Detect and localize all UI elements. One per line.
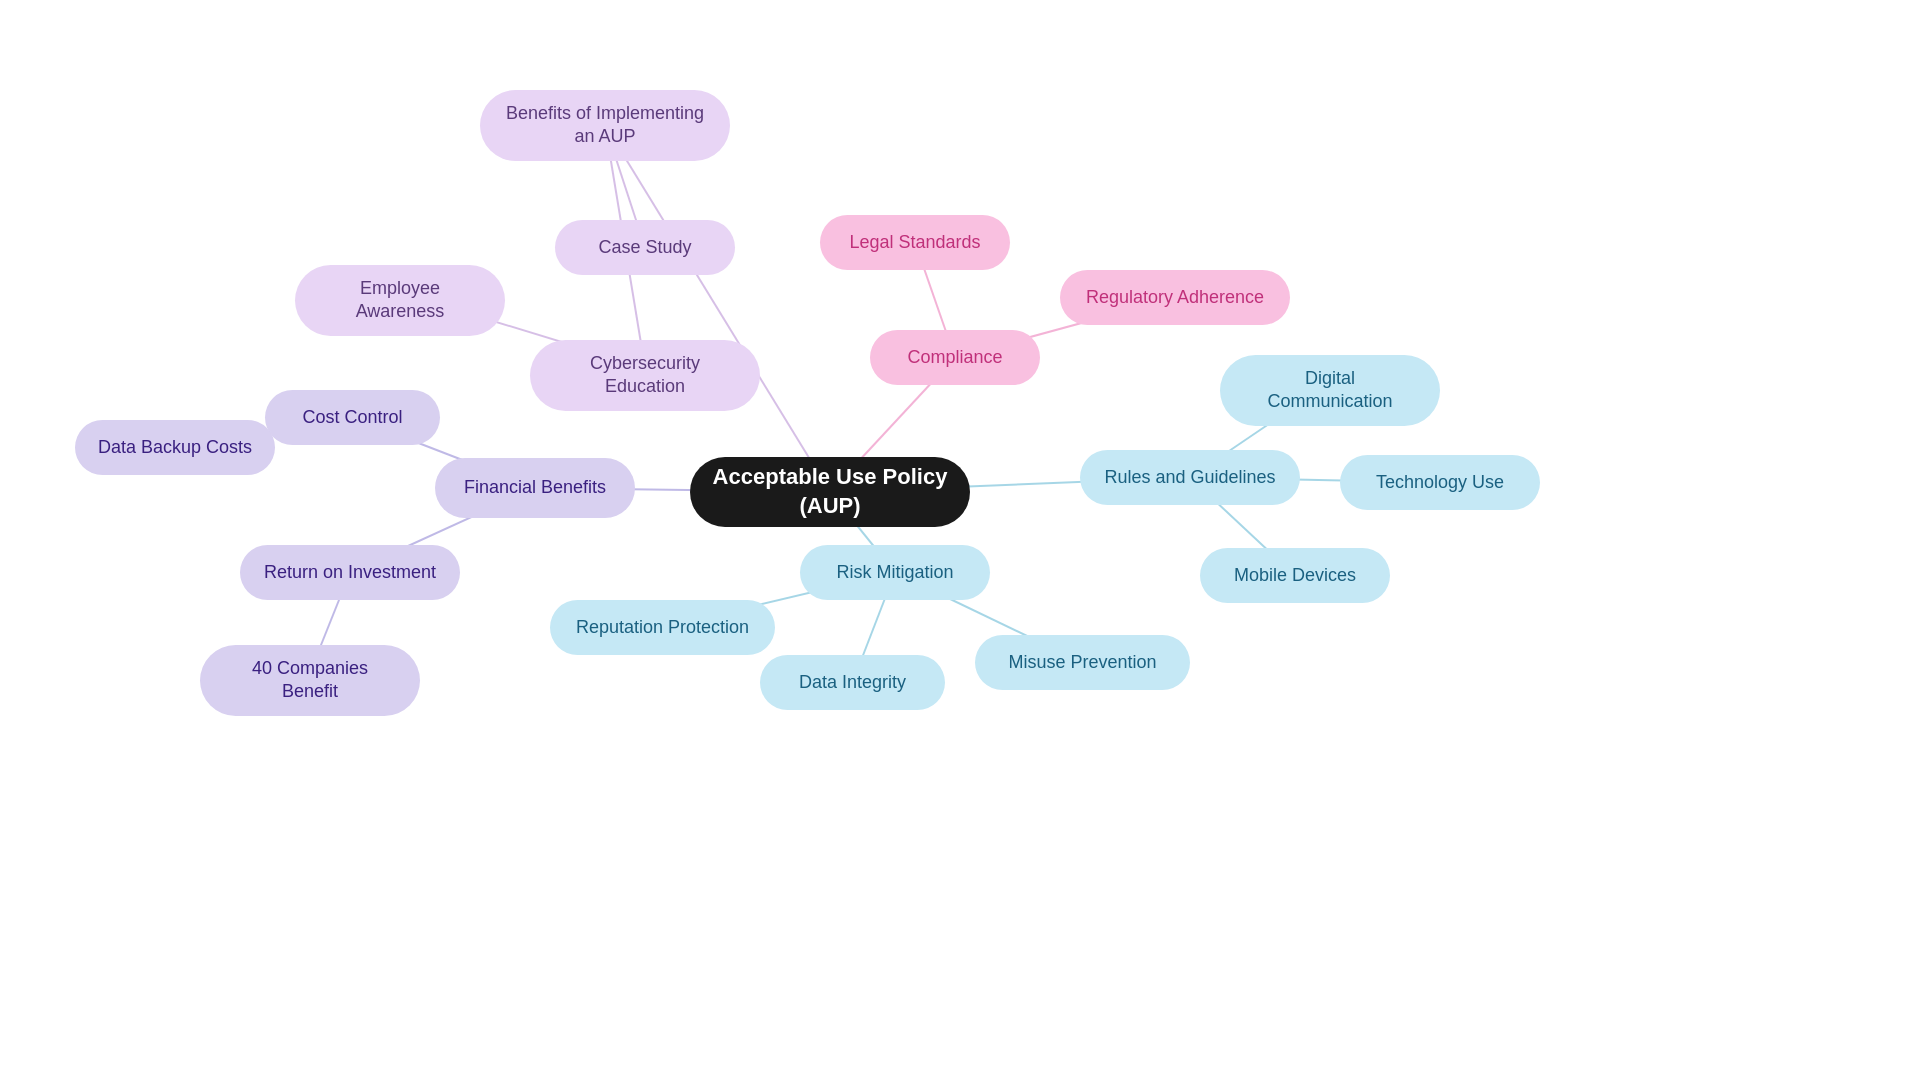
node-costCtrl: Cost Control (265, 390, 440, 445)
node-financBen: Financial Benefits (435, 458, 635, 518)
node-center: Acceptable Use Policy (AUP) (690, 457, 970, 527)
connections-svg (0, 0, 1920, 1083)
node-roi: Return on Investment (240, 545, 460, 600)
node-companies: 40 Companies Benefit (200, 645, 420, 716)
node-empAware: Employee Awareness (295, 265, 505, 336)
node-misusePrev: Misuse Prevention (975, 635, 1190, 690)
node-cyberEd: Cybersecurity Education (530, 340, 760, 411)
node-riskMit: Risk Mitigation (800, 545, 990, 600)
node-benefitsAUP: Benefits of Implementing an AUP (480, 90, 730, 161)
node-mobileDevices: Mobile Devices (1200, 548, 1390, 603)
node-regAdh: Regulatory Adherence (1060, 270, 1290, 325)
node-rulesGuide: Rules and Guidelines (1080, 450, 1300, 505)
node-techUse: Technology Use (1340, 455, 1540, 510)
node-caseStudy: Case Study (555, 220, 735, 275)
node-dataBack: Data Backup Costs (75, 420, 275, 475)
node-compliance: Compliance (870, 330, 1040, 385)
node-digComm: Digital Communication (1220, 355, 1440, 426)
node-dataInteg: Data Integrity (760, 655, 945, 710)
mindmap-container: Acceptable Use Policy (AUP) Benefits of I… (0, 0, 1920, 1083)
node-repProt: Reputation Protection (550, 600, 775, 655)
node-legalStd: Legal Standards (820, 215, 1010, 270)
